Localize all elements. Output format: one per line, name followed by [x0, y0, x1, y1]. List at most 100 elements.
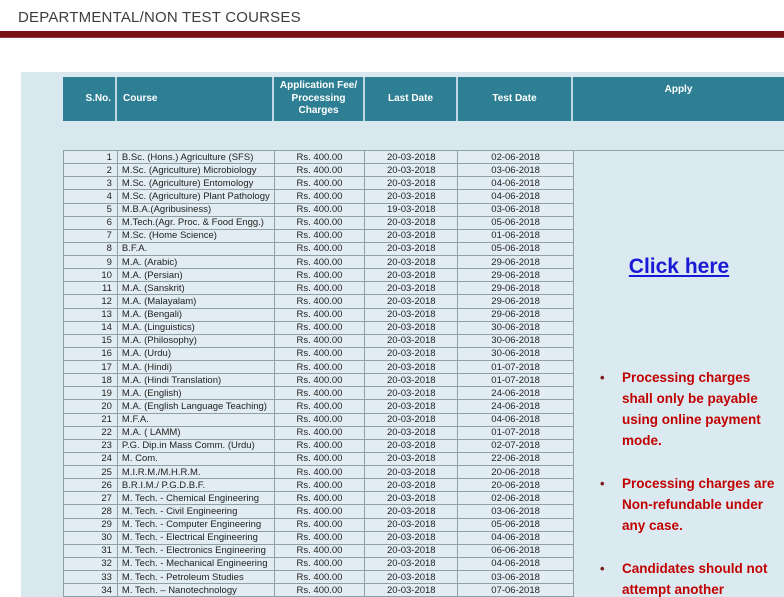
table-row: 16 M.A. (Urdu) Rs. 400.00 20-03-2018 30-06-2…: [64, 347, 574, 361]
table-row: 26 B.R.I.M./ P.G.D.B.F. Rs. 400.00 20-03-20…: [64, 479, 574, 493]
table-cell: 20-03-2018: [365, 400, 459, 414]
maroon-divider: [0, 31, 784, 38]
table-cell: 02-06-2018: [458, 492, 574, 506]
table-cell: 20-03-2018: [365, 387, 459, 401]
table-cell: M.A. (Urdu): [117, 347, 275, 361]
table-cell: 20-03-2018: [365, 361, 459, 375]
table-cell: 01-07-2018: [458, 426, 574, 440]
table-cell: M.A. (Persian): [117, 269, 275, 283]
table-cell: 20-03-2018: [365, 584, 459, 597]
table-cell: 33: [64, 571, 118, 585]
table-cell: M. Tech. - Electronics Engineering: [117, 544, 275, 558]
table-cell: Rs. 400.00: [274, 571, 366, 585]
table-row: 5 M.B.A.(Agribusiness) Rs. 400.00 19-03-201…: [64, 203, 574, 217]
table-cell: 20-06-2018: [458, 466, 574, 480]
table-cell: Rs. 400.00: [274, 374, 366, 388]
table-cell: 20-06-2018: [458, 479, 574, 493]
table-cell: 20-03-2018: [365, 426, 459, 440]
table-cell: 24-06-2018: [458, 387, 574, 401]
table-cell: 25: [64, 466, 118, 480]
table-cell: 04-06-2018: [458, 177, 574, 191]
table-row: 34 M. Tech. – Nanotechnology Rs. 400.00 20-…: [64, 584, 574, 597]
table-cell: 24: [64, 452, 118, 466]
table-row: 6 M.Tech.(Agr. Proc. & Food Engg.) Rs. 400…: [64, 216, 574, 230]
table-cell: Rs. 400.00: [274, 452, 366, 466]
table-cell: 20-03-2018: [365, 439, 459, 453]
table-cell: 20-03-2018: [365, 347, 459, 361]
table-cell: 20-03-2018: [365, 216, 459, 230]
table-cell: 9: [64, 256, 118, 270]
table-cell: Rs. 400.00: [274, 282, 366, 296]
table-cell: 8: [64, 242, 118, 256]
table-cell: 29-06-2018: [458, 256, 574, 270]
table-cell: Rs. 400.00: [274, 347, 366, 361]
table-cell: M.A. (Bengali): [117, 308, 275, 322]
table-cell: 05-06-2018: [458, 518, 574, 532]
table-cell: 30-06-2018: [458, 347, 574, 361]
table-cell: 05-06-2018: [458, 242, 574, 256]
column-header-test-date: Test Date: [458, 77, 573, 121]
table-cell: Rs. 400.00: [274, 413, 366, 427]
table-cell: Rs. 400.00: [274, 492, 366, 506]
table-cell: 16: [64, 347, 118, 361]
table-row: 18 M.A. (Hindi Translation) Rs. 400.00 20-0…: [64, 374, 574, 388]
table-cell: 20-03-2018: [365, 282, 459, 296]
table-cell: 22-06-2018: [458, 452, 574, 466]
table-cell: 04-06-2018: [458, 413, 574, 427]
table-row: 17 M.A. (Hindi) Rs. 400.00 20-03-2018 01-07-…: [64, 361, 574, 375]
note-text: Processing charges are Non-refundable un…: [622, 476, 775, 533]
table-row: 19 M.A. (English) Rs. 400.00 20-03-2018 24-0…: [64, 387, 574, 401]
table-cell: 01-07-2018: [458, 374, 574, 388]
table-cell: 5: [64, 203, 118, 217]
table-cell: 17: [64, 361, 118, 375]
table-cell: Rs. 400.00: [274, 544, 366, 558]
table-cell: M.I.R.M./M.H.R.M.: [117, 466, 275, 480]
table-cell: Rs. 400.00: [274, 400, 366, 414]
apply-column-cell: Click here • Processing charges shall onl…: [574, 150, 784, 597]
table-cell: 20-03-2018: [365, 374, 459, 388]
table-cell: M.A. (Sanskrit): [117, 282, 275, 296]
table-cell: 1: [64, 151, 118, 165]
table-cell: 20-03-2018: [365, 479, 459, 493]
table-cell: 30-06-2018: [458, 321, 574, 335]
page-title: DEPARTMENTAL/NON TEST COURSES: [18, 9, 301, 26]
table-cell: M. Tech. - Petroleum Studies: [117, 571, 275, 585]
table-cell: 04-06-2018: [458, 190, 574, 204]
table-cell: 13: [64, 308, 118, 322]
table-cell: 20-03-2018: [365, 544, 459, 558]
table-cell: 20-03-2018: [365, 334, 459, 348]
table-row: 22 M.A. ( LAMM) Rs. 400.00 20-03-2018 01-07-…: [64, 426, 574, 440]
column-header-sno: S.No.: [63, 77, 117, 121]
table-cell: 20-03-2018: [365, 518, 459, 532]
table-cell: Rs. 400.00: [274, 505, 366, 519]
table-cell: Rs. 400.00: [274, 177, 366, 191]
table-cell: 20-03-2018: [365, 190, 459, 204]
table-row: 29 M. Tech. - Computer Engineering Rs. 400…: [64, 518, 574, 532]
table-cell: 02-07-2018: [458, 439, 574, 453]
table-row: 24 M. Com. Rs. 400.00 20-03-2018 22-06-2018: [64, 452, 574, 466]
table-cell: M.A. (Arabic): [117, 256, 275, 270]
table-cell: 20-03-2018: [365, 177, 459, 191]
table-row: 2 M.Sc. (Agriculture) Microbiology Rs. 400…: [64, 164, 574, 178]
table-cell: 03-06-2018: [458, 164, 574, 178]
table-cell: B.F.A.: [117, 242, 275, 256]
table-cell: 15: [64, 334, 118, 348]
table-cell: 14: [64, 321, 118, 335]
table-cell: 20-03-2018: [365, 571, 459, 585]
table-cell: M.A. (English Language Teaching): [117, 400, 275, 414]
table-row: 20 M.A. (English Language Teaching) Rs. 40…: [64, 400, 574, 414]
table-cell: 21: [64, 413, 118, 427]
table-cell: Rs. 400.00: [274, 295, 366, 309]
table-cell: 03-06-2018: [458, 203, 574, 217]
table-cell: M.A. (Linguistics): [117, 321, 275, 335]
table-cell: 10: [64, 269, 118, 283]
table-cell: Rs. 400.00: [274, 190, 366, 204]
table-row: 4 M.Sc. (Agriculture) Plant Pathology Rs. …: [64, 190, 574, 204]
column-header-last-date: Last Date: [365, 77, 458, 121]
table-cell: 20-03-2018: [365, 242, 459, 256]
table-row: 15 M.A. (Philosophy) Rs. 400.00 20-03-2018 3…: [64, 334, 574, 348]
table-row: 8 B.F.A. Rs. 400.00 20-03-2018 05-06-2018: [64, 242, 574, 256]
table-cell: 29-06-2018: [458, 269, 574, 283]
table-cell: Rs. 400.00: [274, 531, 366, 545]
apply-click-here-link[interactable]: Click here: [629, 255, 729, 279]
